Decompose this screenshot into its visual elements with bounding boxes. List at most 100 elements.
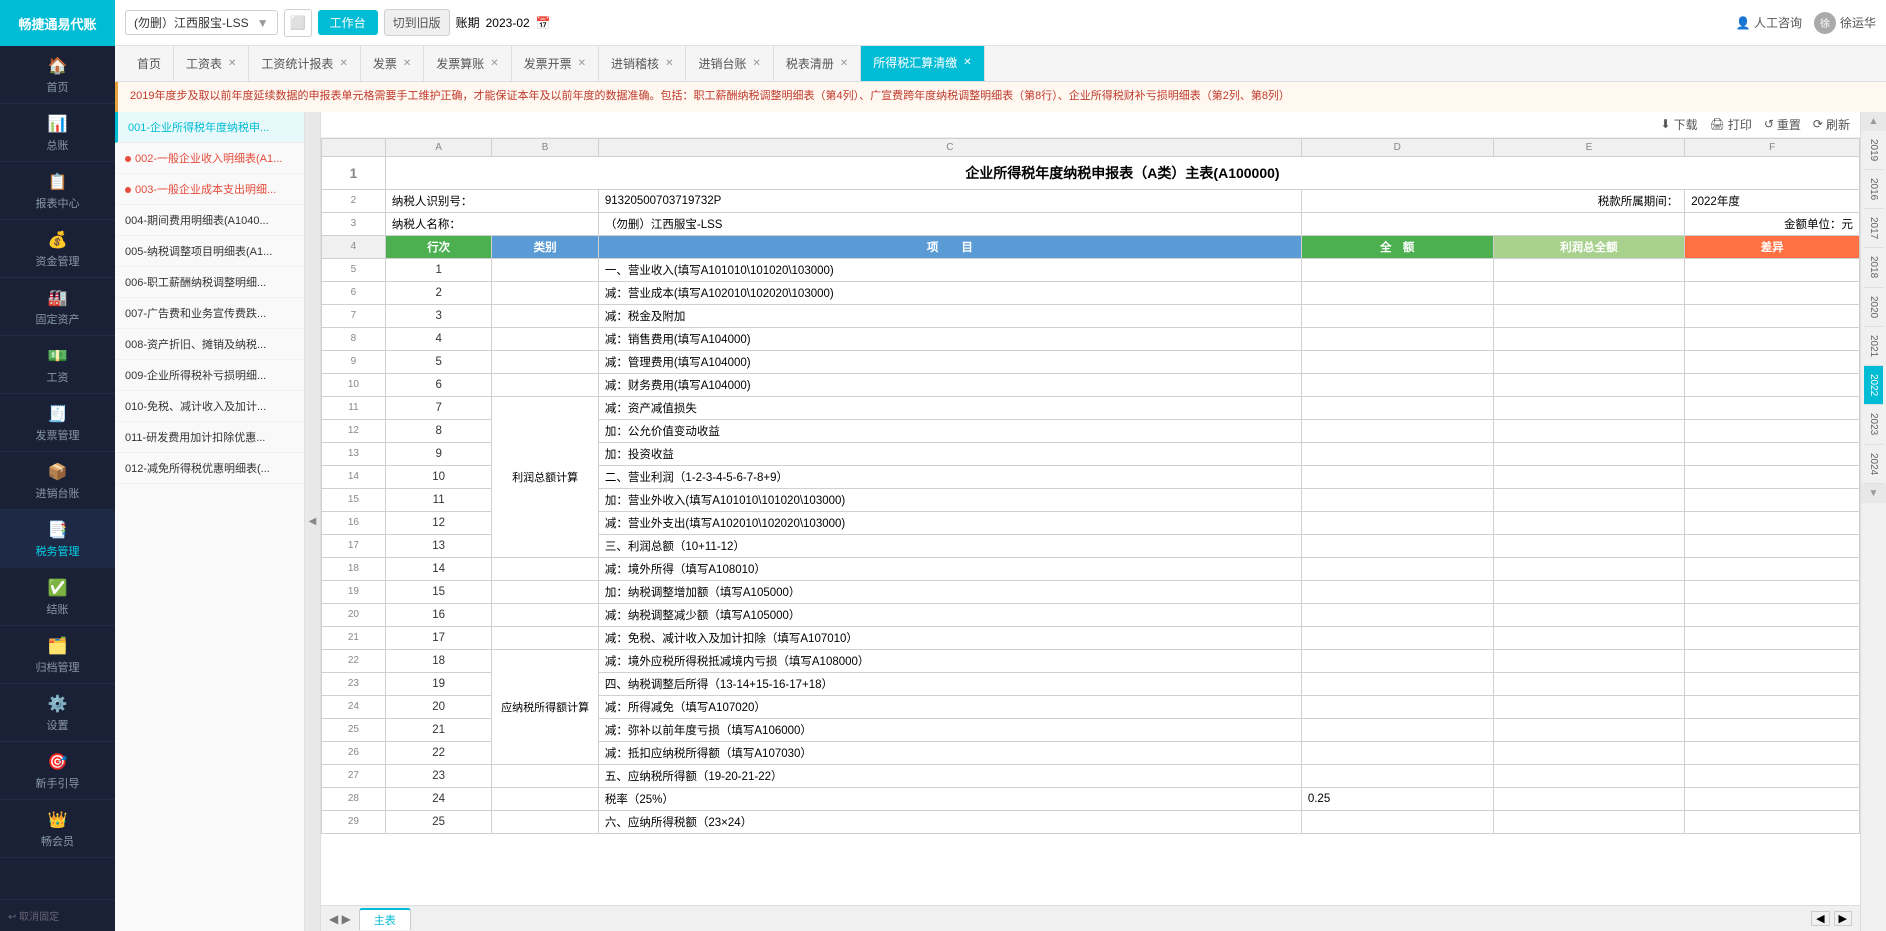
year-item-2017[interactable]: 2017 xyxy=(1864,209,1883,248)
close-ledger-icon: ✅ xyxy=(48,578,68,598)
row-index-3: 3 xyxy=(322,212,386,235)
notice-bar: 2019年度步及取以前年度延续数据的申报表单元格需要手工维护正确，才能保证本年及… xyxy=(115,82,1886,112)
col-header-item: 项 目 xyxy=(598,235,1301,258)
scroll-left-btn[interactable]: ◀ xyxy=(1811,911,1829,926)
row-index-4: 4 xyxy=(322,235,386,258)
sidebar-item-reports[interactable]: 📋 报表中心 xyxy=(0,162,115,220)
category-taxable: 应纳税所得额计算 xyxy=(492,649,599,764)
list-item-012[interactable]: 012-减免所得税优惠明细表(... xyxy=(115,453,304,484)
year-item-2021[interactable]: 2021 xyxy=(1864,327,1883,366)
sidebar-item-invoice[interactable]: 🧾 发票管理 xyxy=(0,394,115,452)
close-tab-sales-audit[interactable]: ✕ xyxy=(665,58,673,69)
sheet-nav-arrows[interactable]: ◀ ▶ xyxy=(329,912,351,926)
refresh-button[interactable]: ⟳ 刷新 xyxy=(1813,116,1850,133)
download-button[interactable]: ⬇ 下载 xyxy=(1661,116,1698,133)
sidebar-item-funds[interactable]: 💰 资金管理 xyxy=(0,220,115,278)
close-tab-invoice-open[interactable]: ✕ xyxy=(578,58,586,69)
user-info[interactable]: 徐 徐运华 xyxy=(1814,12,1876,34)
sidebar-item-close[interactable]: ✅ 结账 xyxy=(0,568,115,626)
year-up-arrow[interactable]: ▲ xyxy=(1861,112,1886,131)
sidebar-item-archive[interactable]: 🗂️ 归档管理 xyxy=(0,626,115,684)
payroll-icon: 💵 xyxy=(48,346,68,366)
list-item-009[interactable]: 009-企业所得税补亏损明细... xyxy=(115,360,304,391)
list-item-007[interactable]: 007-广告费和业务宣传费跌... xyxy=(115,298,304,329)
list-item-004[interactable]: 004-期间费用明细表(A1040... xyxy=(115,205,304,236)
list-item-003[interactable]: 003-一般企业成本支出明细... xyxy=(115,174,304,205)
year-item-2023[interactable]: 2023 xyxy=(1864,405,1883,444)
ledger-icon: 📊 xyxy=(48,114,68,134)
year-item-2016[interactable]: 2016 xyxy=(1864,170,1883,209)
col-header-profit: 利润总全额 xyxy=(1493,235,1685,258)
tab-tax-settle[interactable]: 所得税汇算清缴 ✕ xyxy=(861,46,984,82)
sheet-tab-main[interactable]: 主表 xyxy=(359,908,411,930)
col-index-F: F xyxy=(1685,138,1860,156)
year-item-2024[interactable]: 2024 xyxy=(1864,445,1883,484)
sidebar-item-payroll[interactable]: 💵 工资 xyxy=(0,336,115,394)
row-index-1: 1 xyxy=(322,156,386,189)
sidebar-item-home[interactable]: 🏠 首页 xyxy=(0,46,115,104)
year-item-2020[interactable]: 2020 xyxy=(1864,288,1883,327)
list-item-005[interactable]: 005-纳税调整项目明细表(A1... xyxy=(115,236,304,267)
close-tab-invoice[interactable]: ✕ xyxy=(403,58,411,69)
col-header-category: 类别 xyxy=(492,235,599,258)
sidebar-item-settings[interactable]: ⚙️ 设置 xyxy=(0,684,115,742)
table-row: 95减：管理费用(填写A104000) xyxy=(322,350,1860,373)
year-panel: ▲ 2019 2016 2017 2018 2020 2021 2022 202… xyxy=(1860,112,1886,931)
scroll-right-btn[interactable]: ▶ xyxy=(1834,911,1852,926)
sidebar-item-ledger[interactable]: 📊 总账 xyxy=(0,104,115,162)
tab-invoice-calc[interactable]: 发票算账 ✕ xyxy=(424,46,511,82)
col-index-E: E xyxy=(1493,138,1685,156)
reset-button[interactable]: ↺ 重置 xyxy=(1764,116,1801,133)
close-tab-payroll-stats[interactable]: ✕ xyxy=(339,58,347,69)
switch-button[interactable]: 切到旧版 xyxy=(384,9,450,36)
tab-sales-audit[interactable]: 进销稽核 ✕ xyxy=(599,46,686,82)
table-row: 2117减：免税、减计收入及加计扣除（填写A107010） xyxy=(322,626,1860,649)
close-tab-tax-list[interactable]: ✕ xyxy=(840,58,848,69)
sidebar-item-sales[interactable]: 📦 进销台账 xyxy=(0,452,115,510)
table-row: 2723五、应纳税所得额（19-20-21-22） xyxy=(322,764,1860,787)
taxpayer-id-label: 纳税人识别号： xyxy=(385,189,598,212)
sidebar-item-member[interactable]: 👑 畅会员 xyxy=(0,800,115,858)
close-tab-invoice-calc[interactable]: ✕ xyxy=(490,58,498,69)
assets-icon: 🏭 xyxy=(48,288,68,308)
list-item-001[interactable]: 001-企业所得税年度纳税申... xyxy=(115,112,304,143)
close-tab-sales-ledger[interactable]: ✕ xyxy=(752,58,760,69)
copy-icon[interactable]: ⬜ xyxy=(284,9,312,37)
sheet-content[interactable]: A B C D E F 1 企业所得税年度纳税申报表（A类）主表(A100000… xyxy=(321,138,1860,905)
tab-payroll-stats[interactable]: 工资统计报表 ✕ xyxy=(249,46,360,82)
tab-tax-list[interactable]: 税表清册 ✕ xyxy=(774,46,861,82)
list-item-008[interactable]: 008-资产折旧、摊销及纳税... xyxy=(115,329,304,360)
header-right: 👤 人工咨询 徐 徐运华 xyxy=(1736,12,1876,34)
tab-payroll[interactable]: 工资表 ✕ xyxy=(174,46,249,82)
tab-home[interactable]: 首页 xyxy=(125,46,174,82)
panel-collapse-button[interactable]: ◀ xyxy=(305,112,321,931)
year-item-2022[interactable]: 2022 xyxy=(1864,366,1883,405)
sidebar-item-tax[interactable]: 📑 税务管理 xyxy=(0,510,115,568)
table-row: 117利润总额计算减：资产减值损失 xyxy=(322,396,1860,419)
unpin-button[interactable]: ↩ 取消固定 xyxy=(0,899,115,931)
sidebar-item-guide[interactable]: 🎯 新手引导 xyxy=(0,742,115,800)
list-item-011[interactable]: 011-研发费用加计扣除优惠... xyxy=(115,422,304,453)
table-row: 73减：税金及附加 xyxy=(322,304,1860,327)
invoice-icon: 🧾 xyxy=(48,404,68,424)
tab-invoice[interactable]: 发票 ✕ xyxy=(361,46,424,82)
guide-icon: 🎯 xyxy=(48,752,68,772)
table-row: 2016减：纳税调整减少额（填写A105000） xyxy=(322,603,1860,626)
close-tab-payroll[interactable]: ✕ xyxy=(228,58,236,69)
list-item-006[interactable]: 006-职工薪酬纳税调整明细... xyxy=(115,267,304,298)
year-item-2019[interactable]: 2019 xyxy=(1864,131,1883,170)
company-selector[interactable]: (勿删）江西服宝-LSS ▼ xyxy=(125,10,278,35)
row-index-2: 2 xyxy=(322,189,386,212)
workbench-button[interactable]: 工作台 xyxy=(318,10,378,35)
list-item-010[interactable]: 010-免税、减计收入及加计... xyxy=(115,391,304,422)
support-link[interactable]: 👤 人工咨询 xyxy=(1736,14,1802,31)
year-item-2018[interactable]: 2018 xyxy=(1864,248,1883,287)
tab-sales-ledger[interactable]: 进销台账 ✕ xyxy=(686,46,773,82)
sidebar-item-assets[interactable]: 🏭 固定资产 xyxy=(0,278,115,336)
list-item-002[interactable]: 002-一般企业收入明细表(A1... xyxy=(115,143,304,174)
calendar-icon[interactable]: 📅 xyxy=(536,16,551,30)
print-button[interactable]: 🖨 打印 xyxy=(1710,116,1752,133)
close-tab-tax-settle[interactable]: ✕ xyxy=(963,57,971,68)
tab-invoice-open[interactable]: 发票开票 ✕ xyxy=(512,46,599,82)
year-down-arrow[interactable]: ▼ xyxy=(1861,484,1886,503)
